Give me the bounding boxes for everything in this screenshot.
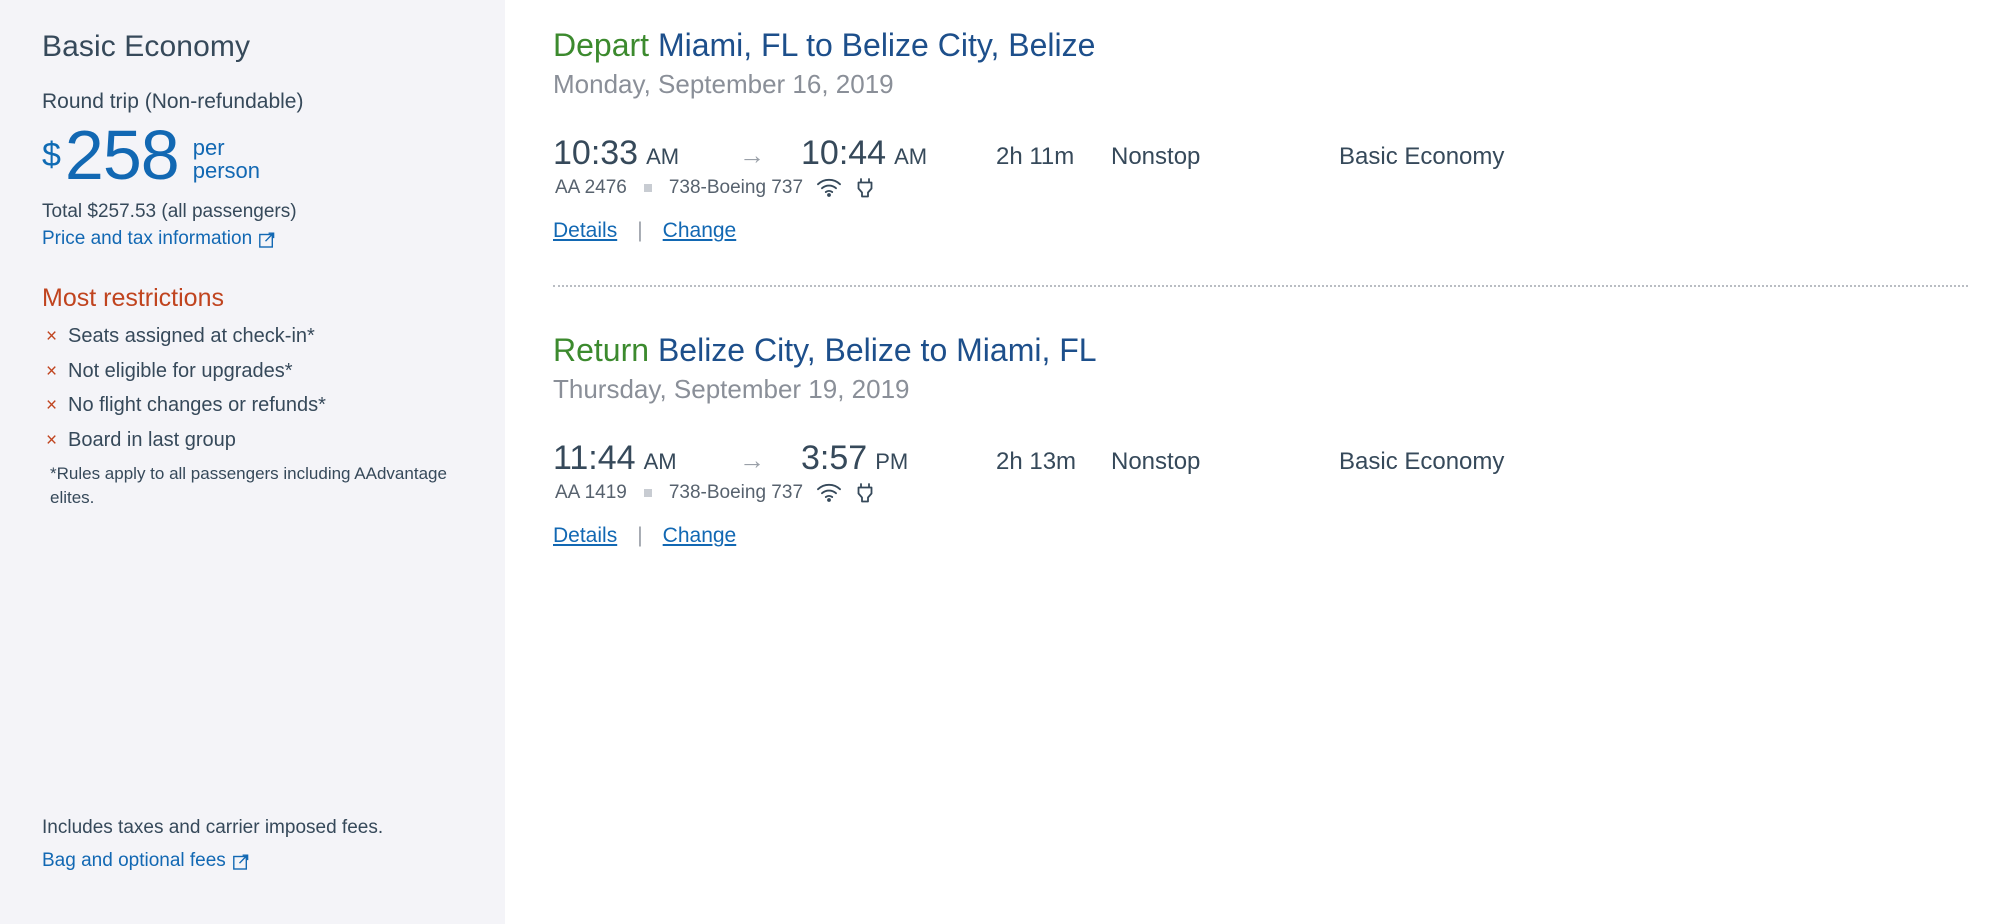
return-depart-meridiem: AM bbox=[643, 449, 677, 475]
fare-title: Basic Economy bbox=[42, 30, 251, 63]
return-arrive-time-cell: 3:57 PM bbox=[801, 441, 961, 475]
x-icon: × bbox=[46, 360, 58, 382]
link-separator: | bbox=[637, 219, 643, 243]
fees-block: Includes taxes and carrier imposed fees.… bbox=[42, 816, 472, 875]
return-change-link[interactable]: Change bbox=[663, 524, 737, 548]
depart-details-link[interactable]: Details bbox=[553, 219, 617, 243]
depart-aircraft-type: 738-Boeing 737 bbox=[668, 177, 804, 199]
return-date: Thursday, September 19, 2019 bbox=[553, 374, 910, 405]
bag-and-optional-fees-link[interactable]: Bag and optional fees bbox=[42, 848, 250, 875]
arrive-time: 10:44 bbox=[801, 134, 887, 173]
depart-segment-heading: Depart Miami, FL to Belize City, Belize bbox=[553, 26, 2008, 65]
currency-symbol: $ bbox=[42, 136, 61, 175]
itinerary-content: Depart Miami, FL to Belize City, Belize … bbox=[505, 0, 2008, 924]
restrictions-list: × Seats assigned at check-in* × Not elig… bbox=[42, 323, 463, 454]
total-price-label: Total $257.53 (all passengers) bbox=[42, 200, 297, 222]
price-amount: 258 bbox=[64, 116, 180, 195]
return-details-link[interactable]: Details bbox=[553, 524, 617, 548]
return-direction-label: Return bbox=[553, 332, 650, 369]
return-segment-heading: Return Belize City, Belize to Miami, FL bbox=[553, 331, 2008, 370]
price-unit-line1: per bbox=[192, 135, 225, 161]
bag-and-optional-fees-label: Bag and optional fees bbox=[42, 850, 226, 872]
x-icon: × bbox=[46, 325, 58, 347]
return-duration: 2h 13m bbox=[996, 448, 1077, 476]
separator-square-icon bbox=[643, 184, 652, 193]
depart-segment: Depart Miami, FL to Belize City, Belize … bbox=[553, 26, 2008, 243]
x-icon: × bbox=[46, 395, 58, 417]
price-and-tax-information-link[interactable]: Price and tax information bbox=[42, 226, 276, 253]
return-arrive-time: 3:57 bbox=[801, 439, 868, 478]
return-flight-row: 11:44 AM → 3:57 PM 2h 13m Nonstop Basic Ec… bbox=[553, 441, 2008, 476]
restriction-item: × Seats assigned at check-in* bbox=[42, 323, 463, 350]
depart-links-row: Details | Change bbox=[553, 219, 2008, 243]
return-aircraft-type: 738-Boeing 737 bbox=[668, 482, 804, 504]
wifi-icon bbox=[816, 178, 842, 198]
return-flight-number: AA 1419 bbox=[555, 482, 627, 504]
depart-stops: Nonstop bbox=[1111, 143, 1201, 171]
price-unit-line2: person bbox=[192, 158, 260, 184]
link-separator: | bbox=[637, 524, 643, 548]
arrive-meridiem: AM bbox=[894, 144, 928, 170]
arrow-icon: → bbox=[739, 140, 765, 171]
return-stops: Nonstop bbox=[1111, 448, 1201, 476]
restriction-item: × Board in last group bbox=[42, 427, 463, 454]
fare-summary-sidebar: Basic Economy Round trip (Non-refundable… bbox=[0, 0, 505, 924]
return-aircraft-info: AA 1419 738-Boeing 737 bbox=[555, 482, 2008, 504]
return-arrive-meridiem: PM bbox=[875, 449, 909, 475]
flight-summary-page: Basic Economy Round trip (Non-refundable… bbox=[0, 0, 2008, 924]
depart-flight-row: 10:33 AM → 10:44 AM 2h 11m Nonstop Basic E… bbox=[553, 136, 2008, 171]
return-depart-time-cell: 11:44 AM bbox=[553, 441, 703, 475]
power-outlet-icon bbox=[855, 482, 875, 504]
restriction-item: × No flight changes or refunds* bbox=[42, 392, 463, 419]
depart-flight-number: AA 2476 bbox=[555, 177, 627, 199]
restriction-label: Board in last group bbox=[68, 428, 236, 451]
arrow-icon: → bbox=[739, 445, 765, 476]
return-depart-time: 11:44 bbox=[553, 439, 636, 478]
return-segment: Return Belize City, Belize to Miami, FL … bbox=[553, 331, 2008, 548]
depart-time-cell: 10:33 AM bbox=[553, 136, 703, 170]
power-outlet-icon bbox=[855, 177, 875, 199]
segment-divider bbox=[553, 285, 1968, 288]
arrive-time-cell: 10:44 AM bbox=[801, 136, 961, 170]
trip-type-label: Round trip (Non-refundable) bbox=[42, 90, 304, 113]
restriction-label: No flight changes or refunds* bbox=[68, 394, 326, 417]
separator-square-icon bbox=[643, 489, 652, 498]
x-icon: × bbox=[46, 429, 58, 451]
rules-footnote: *Rules apply to all passengers including… bbox=[50, 463, 447, 508]
depart-duration: 2h 11m bbox=[996, 143, 1075, 171]
restriction-label: Seats assigned at check-in* bbox=[68, 324, 315, 347]
return-links-row: Details | Change bbox=[553, 524, 2008, 548]
restrictions-title: Most restrictions bbox=[42, 283, 224, 312]
restriction-label: Not eligible for upgrades* bbox=[68, 359, 293, 382]
depart-time: 10:33 bbox=[553, 134, 639, 173]
return-route-label: Belize City, Belize to Miami, FL bbox=[657, 332, 1097, 369]
external-link-icon bbox=[259, 231, 276, 248]
depart-meridiem: AM bbox=[646, 144, 680, 170]
depart-route-label: Miami, FL to Belize City, Belize bbox=[657, 27, 1096, 63]
includes-taxes-label: Includes taxes and carrier imposed fees. bbox=[42, 816, 384, 838]
depart-change-link[interactable]: Change bbox=[663, 219, 737, 243]
depart-cabin: Basic Economy bbox=[1339, 143, 1505, 171]
price-block: $ 258 per person bbox=[42, 116, 463, 195]
return-cabin: Basic Economy bbox=[1339, 448, 1505, 476]
price-unit: per person bbox=[193, 136, 260, 182]
wifi-icon bbox=[816, 483, 842, 503]
external-link-icon bbox=[232, 853, 250, 870]
depart-aircraft-info: AA 2476 738-Boeing 737 bbox=[555, 177, 2008, 199]
price-and-tax-information-label: Price and tax information bbox=[42, 228, 253, 250]
depart-date: Monday, September 16, 2019 bbox=[553, 69, 894, 100]
restriction-item: × Not eligible for upgrades* bbox=[42, 358, 463, 385]
depart-direction-label: Depart bbox=[553, 27, 650, 63]
